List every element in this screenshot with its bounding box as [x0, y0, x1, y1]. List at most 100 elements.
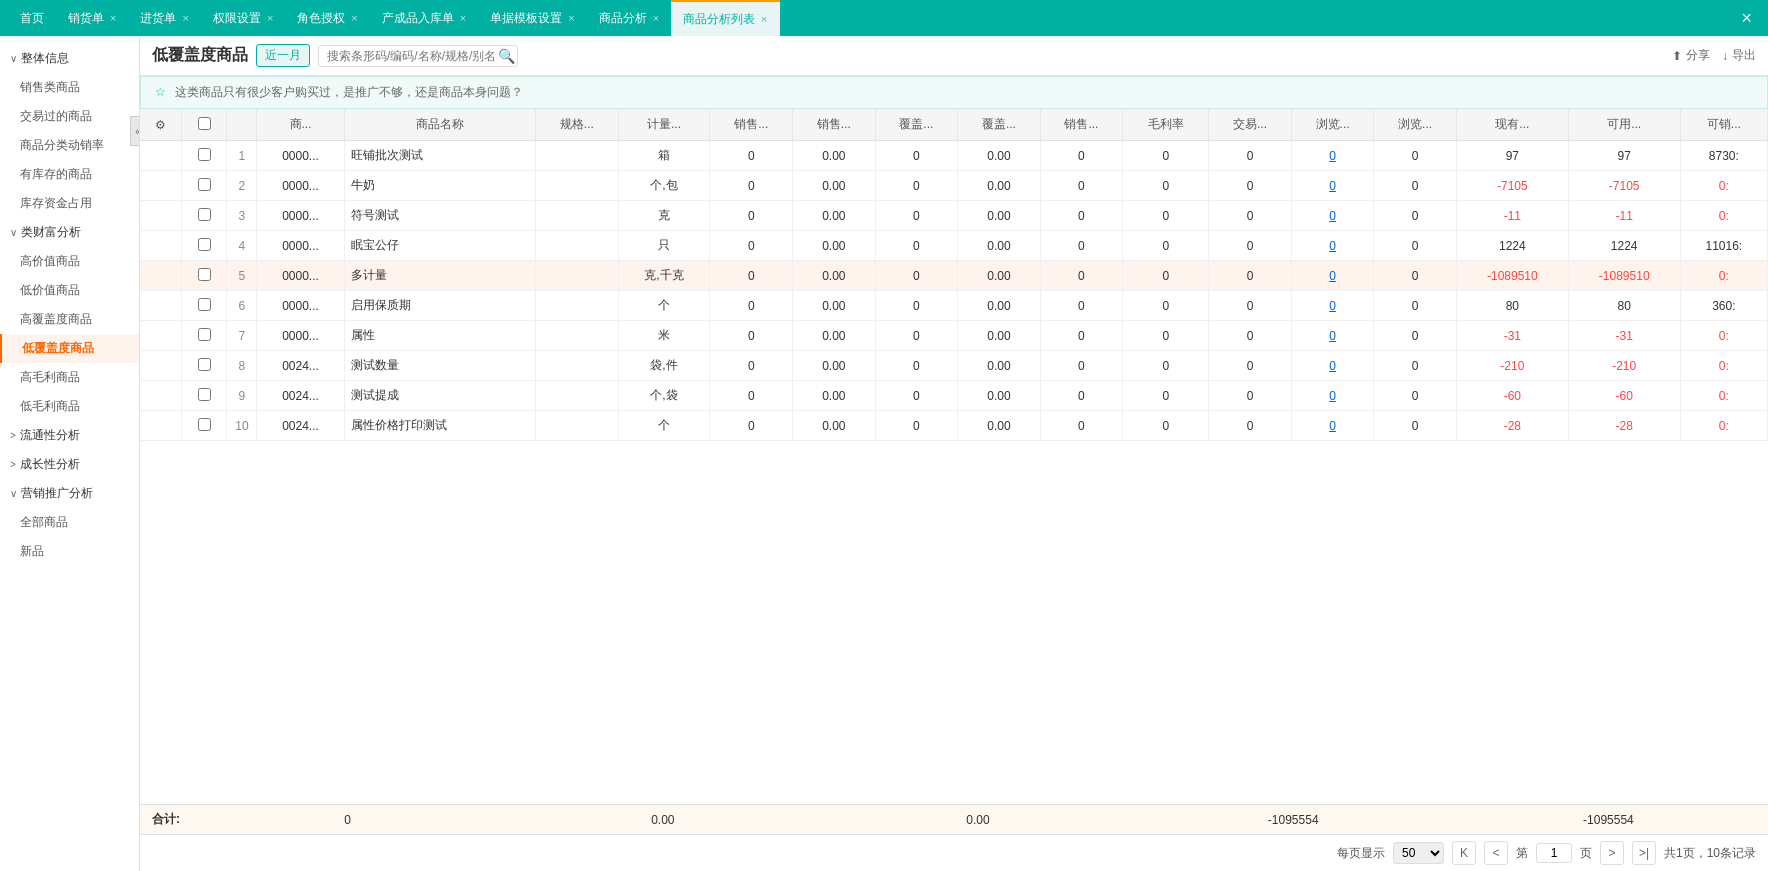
- sidebar-item-new-goods[interactable]: 新品: [0, 537, 139, 566]
- nav-sales-order[interactable]: 销货单 ×: [56, 0, 128, 36]
- nav-product-analysis-list[interactable]: 商品分析列表 ×: [671, 0, 779, 36]
- select-all-checkbox[interactable]: [198, 117, 211, 130]
- search-input[interactable]: [318, 45, 518, 67]
- row-select-checkbox[interactable]: [198, 358, 211, 371]
- row-number: 10: [227, 411, 257, 441]
- row-browse1[interactable]: 0: [1291, 381, 1374, 411]
- close-icon[interactable]: ×: [460, 12, 466, 24]
- close-icon[interactable]: ×: [568, 12, 574, 24]
- nav-role-auth[interactable]: 角色授权 ×: [285, 0, 369, 36]
- nav-template-settings[interactable]: 单据模板设置 ×: [478, 0, 586, 36]
- row-checkbox[interactable]: [181, 171, 227, 201]
- row-select-checkbox[interactable]: [198, 328, 211, 341]
- filter-period-button[interactable]: 近一月: [256, 44, 310, 67]
- sidebar-section-overall[interactable]: ∨ 整体信息: [0, 44, 139, 73]
- sidebar-item-traded-goods[interactable]: 交易过的商品: [0, 102, 139, 131]
- sidebar-item-low-coverage[interactable]: 低覆盖度商品: [0, 334, 139, 363]
- col-header-name: 商品名称: [344, 109, 535, 141]
- close-icon[interactable]: ×: [267, 12, 273, 24]
- sidebar-item-all-goods[interactable]: 全部商品: [0, 508, 139, 537]
- row-browse1[interactable]: 0: [1291, 321, 1374, 351]
- row-browse1[interactable]: 0: [1291, 141, 1374, 171]
- row-select-checkbox[interactable]: [198, 418, 211, 431]
- sidebar-section-liquidity[interactable]: > 流通性分析: [0, 421, 139, 450]
- sidebar-item-high-value[interactable]: 高价值商品: [0, 247, 139, 276]
- row-checkbox[interactable]: [181, 231, 227, 261]
- close-icon[interactable]: ×: [110, 12, 116, 24]
- row-checkbox[interactable]: [181, 411, 227, 441]
- row-browse1[interactable]: 0: [1291, 411, 1374, 441]
- row-gross: 0: [1123, 171, 1209, 201]
- close-icon[interactable]: ×: [761, 13, 767, 25]
- info-icon: ☆: [155, 85, 166, 99]
- sidebar-section-marketing[interactable]: ∨ 营销推广分析: [0, 479, 139, 508]
- row-cov2: 0.00: [958, 321, 1041, 351]
- row-browse1[interactable]: 0: [1291, 201, 1374, 231]
- row-sellable: 11016:: [1680, 231, 1767, 261]
- last-page-button[interactable]: >|: [1632, 841, 1656, 865]
- row-checkbox[interactable]: [181, 321, 227, 351]
- nav-finished-goods[interactable]: 产成品入库单 ×: [370, 0, 478, 36]
- row-checkbox[interactable]: [181, 141, 227, 171]
- row-select-checkbox[interactable]: [198, 238, 211, 251]
- settings-icon[interactable]: ⚙: [155, 118, 166, 132]
- row-select-checkbox[interactable]: [198, 268, 211, 281]
- sidebar-item-low-margin[interactable]: 低毛利商品: [0, 392, 139, 421]
- next-page-button[interactable]: >: [1600, 841, 1624, 865]
- close-icon[interactable]: ×: [351, 12, 357, 24]
- row-checkbox[interactable]: [181, 261, 227, 291]
- col-header-browse2: 浏览...: [1374, 109, 1457, 141]
- row-select-checkbox[interactable]: [198, 298, 211, 311]
- row-browse1[interactable]: 0: [1291, 261, 1374, 291]
- export-button[interactable]: ↓ 导出: [1722, 47, 1756, 64]
- sidebar-item-low-value[interactable]: 低价值商品: [0, 276, 139, 305]
- search-button[interactable]: 🔍: [498, 48, 515, 64]
- sidebar-item-stock-capital[interactable]: 库存资金占用: [0, 189, 139, 218]
- row-checkbox[interactable]: [181, 291, 227, 321]
- footer-available: -1095554: [1461, 813, 1756, 827]
- pagination: 每页显示 50 20 100 200 K < 第 页 > >| 共1页，10条记…: [140, 834, 1768, 871]
- row-browse2: 0: [1374, 171, 1457, 201]
- row-number: 7: [227, 321, 257, 351]
- sidebar-section-wealth[interactable]: ∨ 类财富分析: [0, 218, 139, 247]
- sidebar-section-growth[interactable]: > 成长性分析: [0, 450, 139, 479]
- row-sales-qty: 0: [710, 231, 793, 261]
- checkbox-col-header[interactable]: [181, 109, 227, 141]
- page-number-input[interactable]: [1536, 843, 1572, 863]
- sidebar-collapse-button[interactable]: «: [130, 116, 140, 146]
- sidebar-item-category-rate[interactable]: 商品分类动销率: [0, 131, 139, 160]
- row-select-checkbox[interactable]: [198, 148, 211, 161]
- row-browse1[interactable]: 0: [1291, 351, 1374, 381]
- sidebar-item-sales-goods[interactable]: 销售类商品: [0, 73, 139, 102]
- sidebar-item-in-stock[interactable]: 有库存的商品: [0, 160, 139, 189]
- row-sales-amt: 0.00: [793, 141, 876, 171]
- row-select-checkbox[interactable]: [198, 208, 211, 221]
- nav-permissions[interactable]: 权限设置 ×: [201, 0, 285, 36]
- nav-product-analysis[interactable]: 商品分析 ×: [587, 0, 671, 36]
- row-stock1: -210: [1456, 351, 1568, 381]
- nav-home[interactable]: 首页: [8, 0, 56, 36]
- row-select-checkbox[interactable]: [198, 388, 211, 401]
- row-checkbox[interactable]: [181, 381, 227, 411]
- global-close-button[interactable]: ×: [1733, 8, 1760, 29]
- sidebar-item-high-margin[interactable]: 高毛利商品: [0, 363, 139, 392]
- close-icon[interactable]: ×: [182, 12, 188, 24]
- prev-page-button[interactable]: <: [1484, 841, 1508, 865]
- settings-col-header[interactable]: ⚙: [140, 109, 181, 141]
- row-select-checkbox[interactable]: [198, 178, 211, 191]
- row-browse1[interactable]: 0: [1291, 291, 1374, 321]
- row-cov1: 0: [875, 381, 958, 411]
- sidebar-item-high-coverage[interactable]: 高覆盖度商品: [0, 305, 139, 334]
- nav-purchase-order[interactable]: 进货单 ×: [128, 0, 200, 36]
- per-page-select[interactable]: 50 20 100 200: [1393, 842, 1444, 864]
- row-sales-days: 0: [1040, 291, 1123, 321]
- close-icon[interactable]: ×: [653, 12, 659, 24]
- share-button[interactable]: ⬆ 分享: [1672, 47, 1710, 64]
- first-page-button[interactable]: K: [1452, 841, 1476, 865]
- row-code: 0024...: [257, 351, 344, 381]
- row-browse1[interactable]: 0: [1291, 171, 1374, 201]
- row-spec: [536, 291, 619, 321]
- row-checkbox[interactable]: [181, 201, 227, 231]
- row-browse1[interactable]: 0: [1291, 231, 1374, 261]
- row-checkbox[interactable]: [181, 351, 227, 381]
